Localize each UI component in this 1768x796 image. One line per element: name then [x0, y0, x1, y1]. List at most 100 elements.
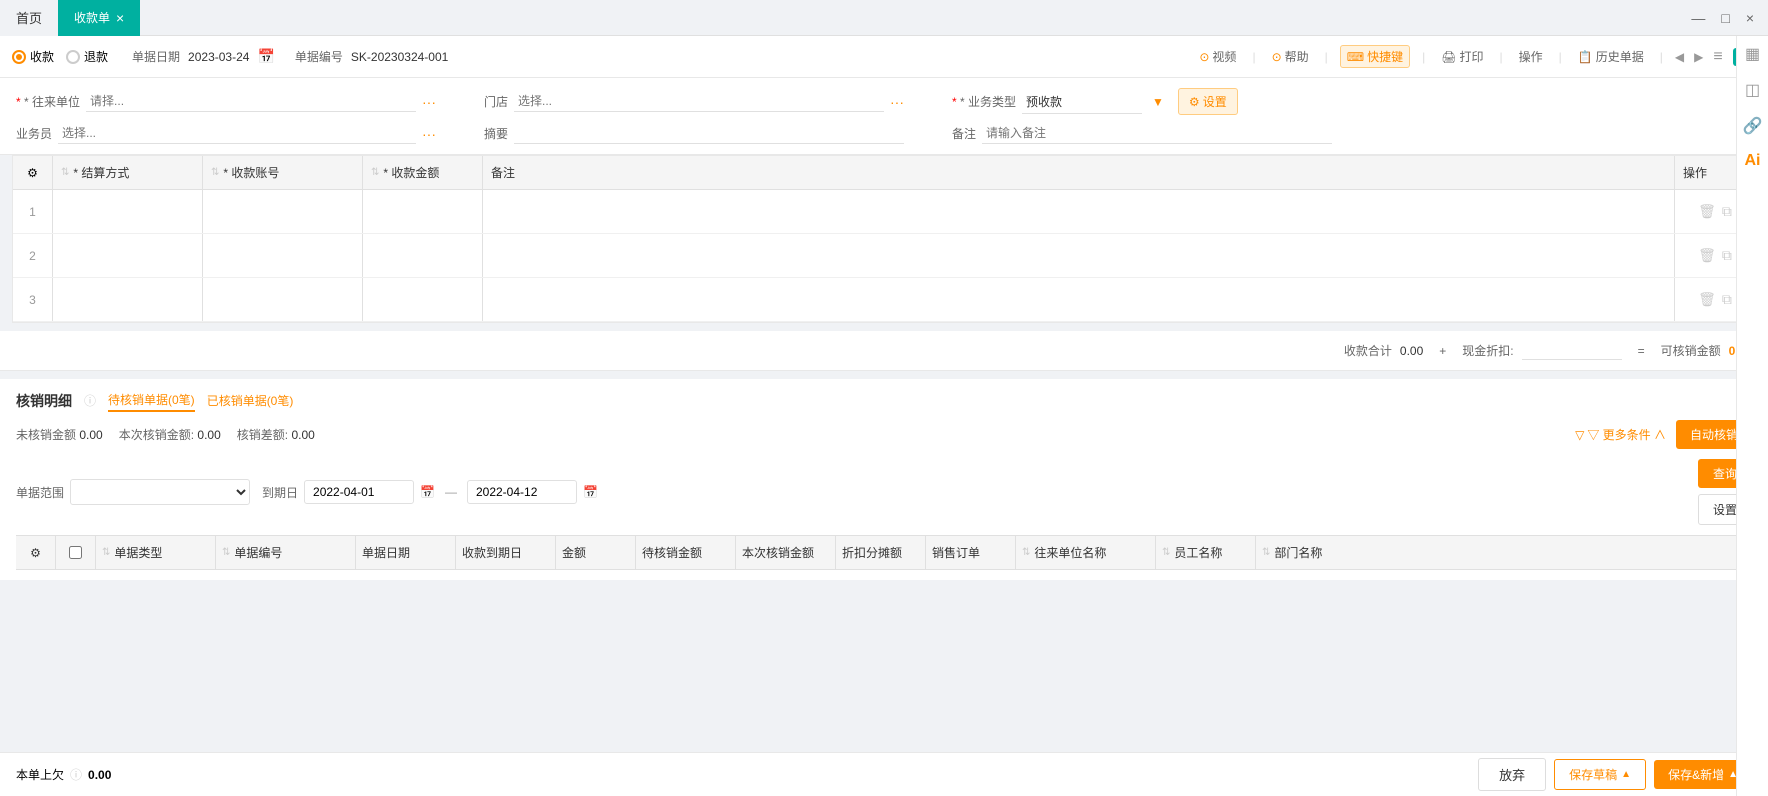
- window-controls: — □ ×: [1685, 8, 1768, 28]
- save-draft-btn[interactable]: 保存草稿 ▲: [1554, 759, 1646, 790]
- divider4: |: [1499, 50, 1502, 64]
- bottom-th-check[interactable]: [56, 536, 96, 569]
- video-btn[interactable]: ⊙ 视频: [1195, 46, 1240, 67]
- discount-input[interactable]: [1522, 341, 1622, 360]
- maximize-btn[interactable]: □: [1715, 8, 1735, 28]
- nav-left-icon[interactable]: ◀: [1675, 50, 1684, 64]
- table-gear-icon[interactable]: ⚙: [13, 156, 53, 189]
- td-shoukuan-3[interactable]: [203, 278, 363, 321]
- tab-done[interactable]: 已核销单据(0笔): [207, 390, 294, 411]
- copy-icon-3[interactable]: ⧉: [1722, 291, 1732, 308]
- ai-button[interactable]: Ai: [1745, 152, 1761, 170]
- sidebar-icon-2[interactable]: ◫: [1745, 80, 1760, 100]
- bottom-th-pending: 待核销金额: [636, 536, 736, 569]
- help-label: 帮助: [1285, 48, 1309, 65]
- biz-type-dropdown-icon[interactable]: ▼: [1152, 95, 1164, 109]
- history-label: 历史单据: [1596, 48, 1644, 65]
- type-radio-group: 收款 退款: [12, 48, 108, 65]
- td-beizhu-3[interactable]: [483, 278, 1675, 321]
- copy-icon-1[interactable]: ⧉: [1722, 203, 1732, 220]
- date-field: 到期日 📅 — 📅: [262, 480, 598, 504]
- range-select[interactable]: [70, 479, 250, 505]
- summary-input[interactable]: [514, 123, 904, 144]
- abandon-btn[interactable]: 放弃: [1478, 758, 1546, 791]
- date-start-input[interactable]: [304, 480, 414, 504]
- verify-stats: 未核销金额 0.00 本次核销金额: 0.00 核销差额: 0.00 ▽ ▽ 更…: [16, 420, 1752, 449]
- biz-type-field: * * 业务类型 预收款 ▼ ⚙ 设置: [952, 88, 1332, 115]
- radio-tuikuan-label: 退款: [84, 48, 108, 65]
- store-more-icon[interactable]: ···: [890, 94, 904, 110]
- right-sidebar: ▦ ◫ 🔗 Ai: [1736, 36, 1768, 796]
- print-btn[interactable]: 🖨 打印: [1437, 46, 1487, 67]
- summary-row: 收款合计 0.00 + 现金折扣: = 可核销金额 0.00: [0, 331, 1768, 371]
- radio-shoukuan[interactable]: 收款: [12, 48, 54, 65]
- store-input[interactable]: [514, 91, 884, 112]
- partner-more-icon[interactable]: ···: [422, 94, 436, 110]
- date-end-icon[interactable]: 📅: [583, 485, 598, 499]
- more-filter-btn[interactable]: ▽ ▽ 更多条件 ∧: [1575, 426, 1666, 443]
- table-row: 2 🗑 ⧉: [13, 234, 1755, 278]
- partner-input[interactable]: [86, 91, 416, 112]
- tab-bar: 首页 收款单 × — □ ×: [0, 0, 1768, 36]
- td-jine-3[interactable]: [363, 278, 483, 321]
- copy-icon-2[interactable]: ⧉: [1722, 247, 1732, 264]
- nav-right-icon[interactable]: ▶: [1694, 50, 1703, 64]
- tab-pending[interactable]: 待核销单据(0笔): [108, 389, 195, 412]
- tab-active-label: 收款单: [74, 9, 110, 26]
- bottom-th-dept: ⇅ 部门名称: [1256, 536, 1356, 569]
- print-label: 打印: [1459, 48, 1483, 65]
- tab-home[interactable]: 首页: [0, 0, 58, 36]
- td-jine-1[interactable]: [363, 190, 483, 233]
- list-icon[interactable]: ≡: [1713, 48, 1722, 66]
- calendar-icon[interactable]: 📅: [257, 48, 274, 65]
- bottom-th-gear[interactable]: ⚙: [16, 536, 56, 569]
- select-all-checkbox[interactable]: [69, 546, 82, 559]
- td-jiesuan-3[interactable]: [53, 278, 203, 321]
- date-end-input[interactable]: [467, 480, 577, 504]
- divider6: |: [1660, 50, 1663, 64]
- settings-button[interactable]: ⚙ 设置: [1178, 88, 1238, 115]
- td-shoukuan-1[interactable]: [203, 190, 363, 233]
- delete-icon-3[interactable]: 🗑: [1698, 291, 1716, 308]
- staff-input[interactable]: [58, 123, 416, 144]
- footer-info-icon[interactable]: ⓘ: [70, 766, 82, 783]
- tab-close-icon[interactable]: ×: [116, 10, 124, 26]
- filter-icon: ▽: [1575, 428, 1584, 442]
- td-jiesuan-1[interactable]: [53, 190, 203, 233]
- td-jiesuan-2[interactable]: [53, 234, 203, 277]
- diff-stat: 核销差额: 0.00: [237, 426, 315, 443]
- delete-icon-2[interactable]: 🗑: [1698, 247, 1716, 264]
- sort-icon: ⇅: [61, 167, 69, 178]
- footer-info-value: 0.00: [88, 768, 111, 782]
- verify-info-icon[interactable]: ⓘ: [84, 392, 96, 409]
- td-jine-2[interactable]: [363, 234, 483, 277]
- delete-icon-1[interactable]: 🗑: [1698, 203, 1716, 220]
- td-shoukuan-2[interactable]: [203, 234, 363, 277]
- range-label: 单据范围: [16, 484, 64, 501]
- radio-tuikuan[interactable]: 退款: [66, 48, 108, 65]
- store-label: 门店: [484, 93, 508, 110]
- biz-type-select[interactable]: 预收款: [1022, 90, 1142, 114]
- history-btn[interactable]: 📋 历史单据: [1574, 46, 1648, 67]
- divider3: |: [1422, 50, 1425, 64]
- sidebar-icon-3[interactable]: 🔗: [1743, 116, 1763, 136]
- staff-label: 业务员: [16, 125, 52, 142]
- shortcut-btn[interactable]: ⌨ 快捷键: [1340, 45, 1410, 68]
- sidebar-icon-1[interactable]: ▦: [1745, 44, 1760, 64]
- td-beizhu-1[interactable]: [483, 190, 1675, 233]
- td-beizhu-2[interactable]: [483, 234, 1675, 277]
- close-btn[interactable]: ×: [1740, 8, 1760, 28]
- filter-left: 单据范围 到期日 📅 — 📅: [16, 479, 598, 505]
- note-input[interactable]: [982, 123, 1332, 144]
- tab-active[interactable]: 收款单 ×: [58, 0, 140, 36]
- minimize-btn[interactable]: —: [1685, 8, 1711, 28]
- help-btn[interactable]: ⊙ 帮助: [1268, 46, 1313, 67]
- top-toolbar: 收款 退款 单据日期 2023-03-24 📅 单据编号 SK-20230324…: [0, 36, 1768, 78]
- shortcut-label: 快捷键: [1367, 48, 1403, 65]
- date-label: 单据日期: [132, 48, 180, 65]
- operation-btn[interactable]: 操作: [1515, 46, 1547, 67]
- bottom-th-type: ⇅ 单据类型: [96, 536, 216, 569]
- date-start-icon[interactable]: 📅: [420, 485, 435, 499]
- biz-type-label: * * 业务类型: [952, 93, 1016, 110]
- staff-more-icon[interactable]: ···: [422, 126, 436, 142]
